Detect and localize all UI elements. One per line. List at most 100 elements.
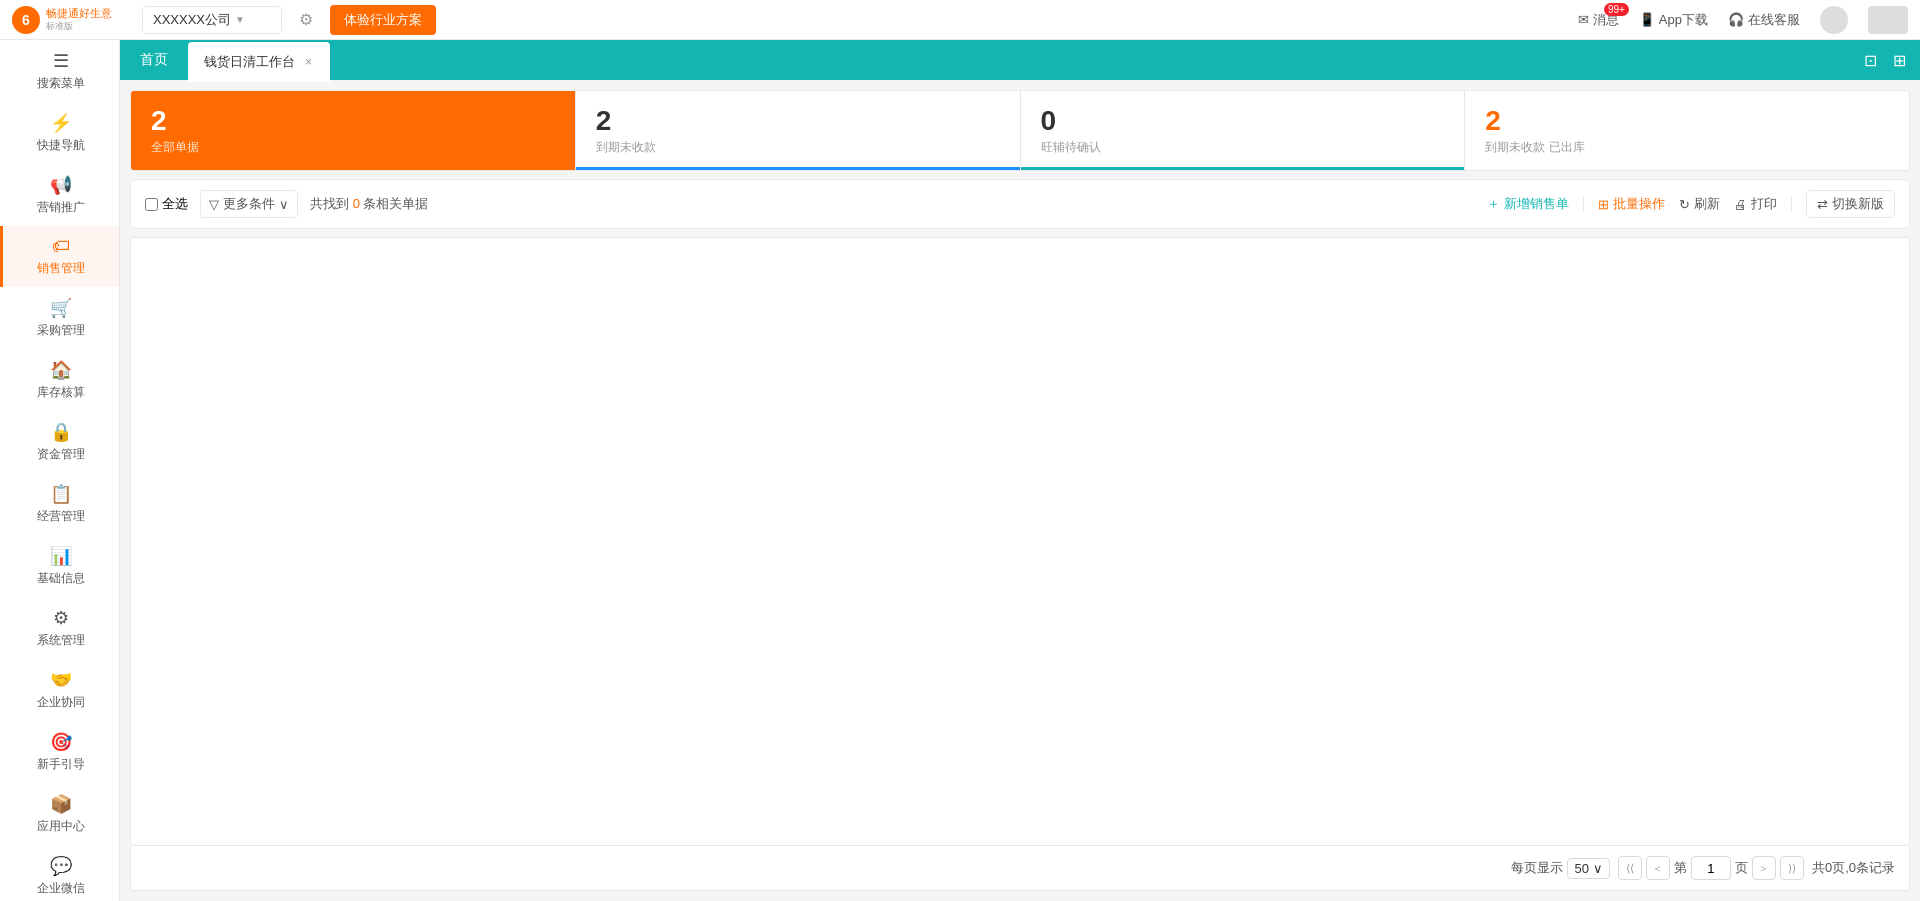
refresh-label: 刷新 <box>1694 195 1720 213</box>
stat-num-overdue: 2 <box>596 105 1000 137</box>
sidebar-item-label: 快捷导航 <box>37 137 85 154</box>
sidebar-item-cooperation[interactable]: 🤝 企业协同 <box>0 659 119 721</box>
quick-nav-icon: ⚡ <box>50 112 72 134</box>
cooperation-icon: 🤝 <box>50 669 72 691</box>
app-download-btn[interactable]: 📱 App下载 <box>1639 11 1708 29</box>
avatar[interactable] <box>1820 6 1848 34</box>
sidebar-item-label: 系统管理 <box>37 632 85 649</box>
refresh-button[interactable]: ↻ 刷新 <box>1679 195 1720 213</box>
sidebar-item-operations[interactable]: 📋 经营管理 <box>0 473 119 535</box>
toolbar: 全选 ▽ 更多条件 ∨ 共找到 0 条相关单据 ＋ <box>130 179 1910 229</box>
menu-icon: ☰ <box>53 50 69 72</box>
trial-button[interactable]: 体验行业方案 <box>330 5 436 35</box>
select-all-checkbox[interactable]: 全选 <box>145 195 188 213</box>
first-page-button[interactable]: ⟨⟨ <box>1618 856 1642 880</box>
filter-button[interactable]: ▽ 更多条件 ∨ <box>200 190 298 218</box>
tab-label: 钱货日清工作台 <box>204 53 295 71</box>
marketing-icon: 📢 <box>50 174 72 196</box>
inventory-icon: 🏠 <box>50 359 72 381</box>
logo-area: 6 畅捷通好生意 标准版 <box>12 6 132 34</box>
sidebar-item-quick-nav[interactable]: ⚡ 快捷导航 <box>0 102 119 164</box>
tab-minimize-icon[interactable]: ⊡ <box>1860 47 1881 74</box>
page-content: 2 全部单据 2 到期未收款 0 旺辅待确认 2 到期未收款 已出库 <box>120 80 1920 901</box>
sidebar-item-finance[interactable]: 🔒 资金管理 <box>0 411 119 473</box>
stat-card-overdue[interactable]: 2 到期未收款 <box>576 91 1021 170</box>
sidebar-item-weixin[interactable]: 💬 企业微信 <box>0 845 119 901</box>
stats-row: 2 全部单据 2 到期未收款 0 旺辅待确认 2 到期未收款 已出库 <box>130 90 1910 171</box>
settings-icon[interactable]: ⚙ <box>292 6 320 34</box>
tab-maximize-icon[interactable]: ⊞ <box>1889 47 1910 74</box>
content-area: 首页 钱货日清工作台 × ⊡ ⊞ 2 全部单据 2 到期未收款 <box>120 40 1920 901</box>
sales-icon: 🏷 <box>52 236 70 257</box>
stat-card-all[interactable]: 2 全部单据 <box>131 91 576 170</box>
operations-icon: 📋 <box>50 483 72 505</box>
stat-card-unshipped[interactable]: 2 到期未收款 已出库 <box>1465 91 1909 170</box>
dropdown-arrow-icon: ∨ <box>1593 861 1603 876</box>
base-info-icon: 📊 <box>50 545 72 567</box>
found-text: 共找到 0 条相关单据 <box>310 195 428 213</box>
pagination-bar: 每页显示 50 ∨ ⟨⟨ ＜ 第 页 ＞ ⟩⟩ 共0页,0条记录 <box>130 846 1910 891</box>
page-size-dropdown[interactable]: 50 ∨ <box>1567 858 1609 879</box>
sidebar-item-guide[interactable]: 🎯 新手引导 <box>0 721 119 783</box>
sidebar-item-sales[interactable]: 🏷 销售管理 <box>0 226 119 287</box>
batch-ops-button[interactable]: ⊞ 批量操作 <box>1598 195 1665 213</box>
select-all-input[interactable] <box>145 198 158 211</box>
divider2 <box>1791 196 1792 212</box>
tab-bar: 首页 钱货日清工作台 × ⊡ ⊞ <box>120 40 1920 80</box>
switch-version-button[interactable]: ⇄ 切换新版 <box>1806 190 1895 218</box>
online-service-btn[interactable]: 🎧 在线客服 <box>1728 11 1800 29</box>
logo-icon: 6 <box>12 6 40 34</box>
found-count: 0 <box>353 196 360 211</box>
stat-card-wangwang[interactable]: 0 旺辅待确认 <box>1021 91 1466 170</box>
sidebar-item-system[interactable]: ⚙ 系统管理 <box>0 597 119 659</box>
page-nav: ⟨⟨ ＜ 第 页 ＞ ⟩⟩ <box>1618 856 1804 880</box>
found-prefix: 共找到 <box>310 196 349 211</box>
stat-label-overdue: 到期未收款 <box>596 139 1000 156</box>
stat-label-all: 全部单据 <box>151 139 555 156</box>
switch-icon: ⇄ <box>1817 197 1828 212</box>
last-page-button[interactable]: ⟩⟩ <box>1780 856 1804 880</box>
filter-chevron-icon: ∨ <box>279 197 289 212</box>
toolbar-left: 全选 ▽ 更多条件 ∨ 共找到 0 条相关单据 <box>145 190 428 218</box>
stat-label-wangwang: 旺辅待确认 <box>1041 139 1445 156</box>
sidebar-item-marketing[interactable]: 📢 营销推广 <box>0 164 119 226</box>
tab-close-icon[interactable]: × <box>303 53 314 71</box>
tab-active[interactable]: 钱货日清工作台 × <box>188 42 330 82</box>
sidebar-item-search[interactable]: ☰ 搜索菜单 <box>0 40 119 102</box>
stat-indicator-teal <box>1021 167 1465 170</box>
print-button[interactable]: 🖨 打印 <box>1734 195 1777 213</box>
refresh-icon: ↻ <box>1679 197 1690 212</box>
purchase-icon: 🛒 <box>50 297 72 319</box>
message-badge: 99+ <box>1604 3 1629 16</box>
sidebar-item-label: 库存核算 <box>37 384 85 401</box>
company-selector[interactable]: XXXXXX公司 ▼ <box>142 6 282 34</box>
sidebar: ☰ 搜索菜单 ⚡ 快捷导航 📢 营销推广 🏷 销售管理 🛒 采购管理 🏠 库存核… <box>0 40 120 901</box>
sidebar-item-label: 新手引导 <box>37 756 85 773</box>
page-number-input[interactable] <box>1691 856 1731 880</box>
main-layout: ☰ 搜索菜单 ⚡ 快捷导航 📢 营销推广 🏷 销售管理 🛒 采购管理 🏠 库存核… <box>0 40 1920 901</box>
sidebar-item-inventory[interactable]: 🏠 库存核算 <box>0 349 119 411</box>
new-sale-button[interactable]: ＋ 新增销售单 <box>1487 195 1569 213</box>
sidebar-item-label: 采购管理 <box>37 322 85 339</box>
tab-home[interactable]: 首页 <box>120 40 188 80</box>
filter-icon: ▽ <box>209 197 219 212</box>
sidebar-item-base-info[interactable]: 📊 基础信息 <box>0 535 119 597</box>
select-all-label: 全选 <box>162 195 188 213</box>
prev-page-button[interactable]: ＜ <box>1646 856 1670 880</box>
sidebar-item-purchase[interactable]: 🛒 采购管理 <box>0 287 119 349</box>
message-btn[interactable]: ✉ 消息 99+ <box>1578 11 1619 29</box>
company-name: XXXXXX公司 <box>153 11 231 29</box>
sidebar-item-app-center[interactable]: 📦 应用中心 <box>0 783 119 845</box>
plus-icon: ＋ <box>1487 195 1500 213</box>
stat-indicator-blue <box>576 167 1020 170</box>
stat-label-unshipped: 到期未收款 已出库 <box>1485 139 1889 156</box>
user-name-area <box>1868 6 1908 34</box>
download-icon: 📱 <box>1639 12 1655 27</box>
sidebar-item-label: 搜索菜单 <box>37 75 85 92</box>
print-icon: 🖨 <box>1734 197 1747 212</box>
stat-num-all: 2 <box>151 105 555 137</box>
app-download-label: App下载 <box>1659 11 1708 29</box>
print-label: 打印 <box>1751 195 1777 213</box>
next-page-button[interactable]: ＞ <box>1752 856 1776 880</box>
online-service-label: 在线客服 <box>1748 11 1800 29</box>
